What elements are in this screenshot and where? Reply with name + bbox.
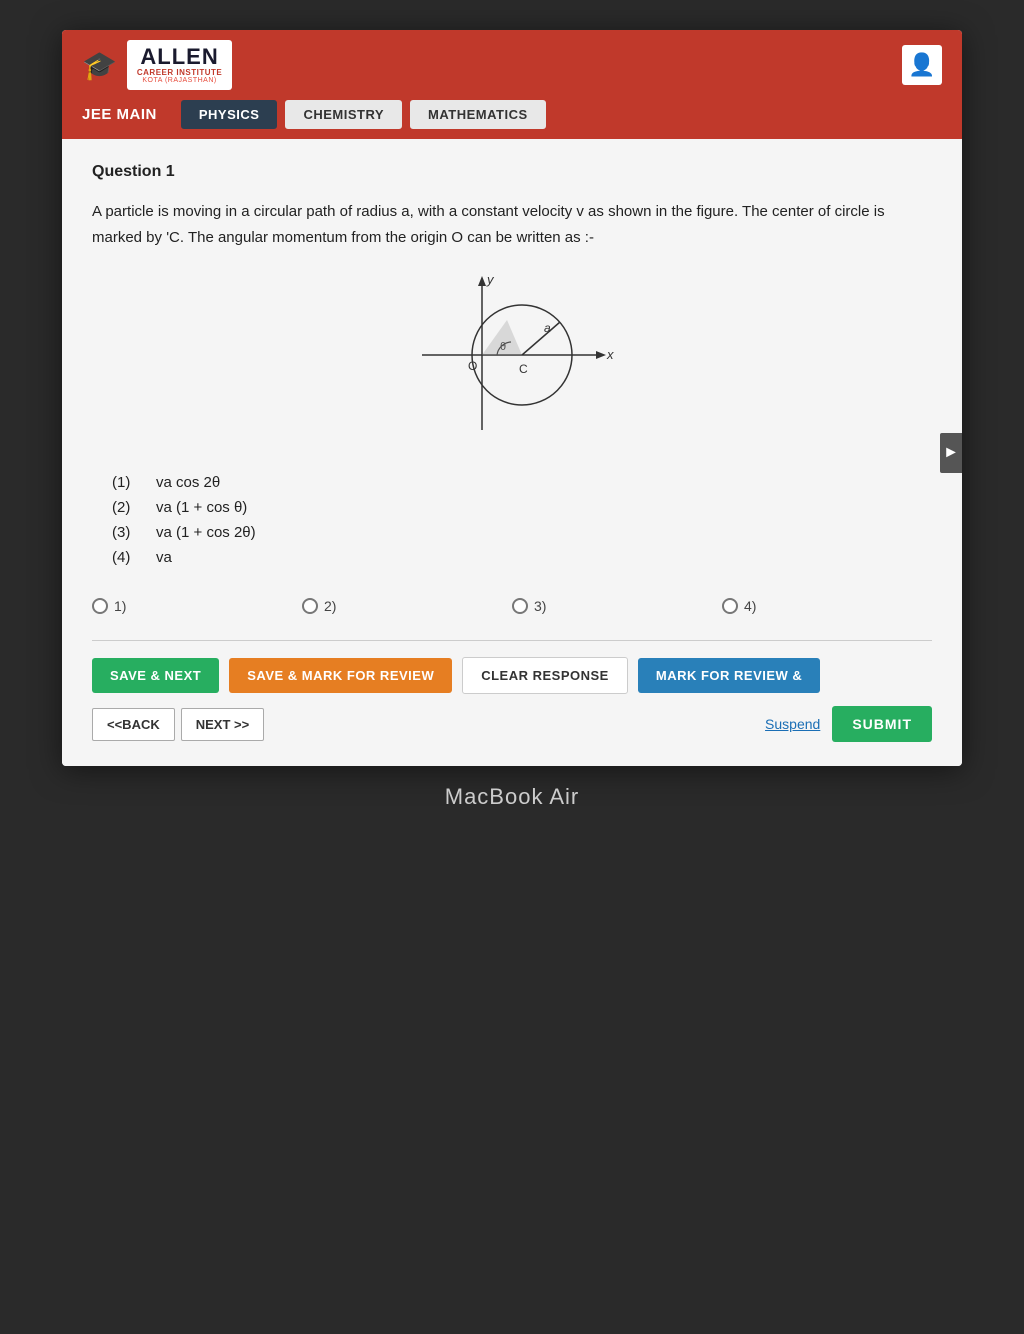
radio-option-1[interactable]: 1) xyxy=(92,598,302,614)
divider xyxy=(92,640,932,641)
content-area: Question 1 A particle is moving in a cir… xyxy=(62,139,962,766)
tab-physics[interactable]: PHYSICS xyxy=(181,100,278,129)
tab-mathematics[interactable]: MATHEMATICS xyxy=(410,100,546,129)
save-mark-review-button[interactable]: SAVE & MARK FOR REVIEW xyxy=(229,658,452,693)
allen-icon: 🎓 xyxy=(82,49,117,82)
tab-chemistry[interactable]: CHEMISTRY xyxy=(285,100,402,129)
svg-text:C: C xyxy=(519,362,528,376)
nav-left: <<BACK NEXT >> xyxy=(92,708,264,741)
suspend-link[interactable]: Suspend xyxy=(765,716,820,732)
submit-button[interactable]: SUBMIT xyxy=(832,706,932,742)
svg-text:x: x xyxy=(606,347,614,362)
nav-bar: JEE MAIN PHYSICS CHEMISTRY MATHEMATICS xyxy=(62,100,962,139)
nav-title: JEE MAIN xyxy=(82,106,157,123)
option-4-num: (4) xyxy=(112,549,140,566)
radio-circle-3[interactable] xyxy=(512,598,528,614)
diagram-area: y x C O a θ xyxy=(92,270,932,450)
option-1: (1) va cos 2θ xyxy=(112,474,932,491)
next-button[interactable]: NEXT >> xyxy=(181,708,264,741)
svg-text:O: O xyxy=(468,359,477,373)
option-2-num: (2) xyxy=(112,499,140,516)
radio-row: 1) 2) 3) 4) xyxy=(92,588,932,624)
svg-text:a: a xyxy=(544,321,551,335)
panel-toggle-arrow[interactable]: ► xyxy=(940,433,962,473)
clear-response-button[interactable]: CLEAR RESPONSE xyxy=(462,657,628,694)
logo-sub: CAREER INSTITUTE xyxy=(137,68,222,78)
radio-label-3: 3) xyxy=(534,598,546,614)
option-3-num: (3) xyxy=(112,524,140,541)
header: 🎓 ALLEN CAREER INSTITUTE KOTA (RAJASTHAN… xyxy=(62,30,962,100)
action-btn-row: SAVE & NEXT SAVE & MARK FOR REVIEW CLEAR… xyxy=(92,657,932,694)
option-1-num: (1) xyxy=(112,474,140,491)
question-label: Question 1 xyxy=(92,163,932,181)
option-4: (4) va xyxy=(112,549,932,566)
option-3: (3) va (1 + cos 2θ) xyxy=(112,524,932,541)
radio-circle-2[interactable] xyxy=(302,598,318,614)
logo-area: 🎓 ALLEN CAREER INSTITUTE KOTA (RAJASTHAN… xyxy=(82,40,232,91)
macbook-label: MacBook Air xyxy=(62,784,962,810)
options-list: (1) va cos 2θ (2) va (1 + cos θ) (3) va … xyxy=(92,474,932,566)
save-next-button[interactable]: SAVE & NEXT xyxy=(92,658,219,693)
logo-kota: KOTA (RAJASTHAN) xyxy=(142,77,216,84)
radio-circle-1[interactable] xyxy=(92,598,108,614)
circle-diagram: y x C O a θ xyxy=(402,270,622,450)
option-2-text: va (1 + cos θ) xyxy=(156,499,247,516)
back-button[interactable]: <<BACK xyxy=(92,708,175,741)
radio-circle-4[interactable] xyxy=(722,598,738,614)
radio-label-4: 4) xyxy=(744,598,756,614)
radio-label-1: 1) xyxy=(114,598,126,614)
question-text: A particle is moving in a circular path … xyxy=(92,199,932,250)
option-2: (2) va (1 + cos θ) xyxy=(112,499,932,516)
nav-row: <<BACK NEXT >> Suspend SUBMIT xyxy=(92,706,932,742)
svg-text:y: y xyxy=(486,272,495,287)
mark-for-review-button[interactable]: MARK FOR REVIEW & xyxy=(638,658,820,693)
option-1-text: va cos 2θ xyxy=(156,474,220,491)
radio-option-4[interactable]: 4) xyxy=(722,598,932,614)
nav-right: Suspend SUBMIT xyxy=(765,706,932,742)
option-3-text: va (1 + cos 2θ) xyxy=(156,524,256,541)
user-icon[interactable]: 👤 xyxy=(902,45,942,85)
option-4-text: va xyxy=(156,549,172,566)
radio-option-2[interactable]: 2) xyxy=(302,598,512,614)
logo-box: ALLEN CAREER INSTITUTE KOTA (RAJASTHAN) xyxy=(127,40,232,91)
radio-label-2: 2) xyxy=(324,598,336,614)
logo-title: ALLEN xyxy=(140,46,218,68)
radio-option-3[interactable]: 3) xyxy=(512,598,722,614)
